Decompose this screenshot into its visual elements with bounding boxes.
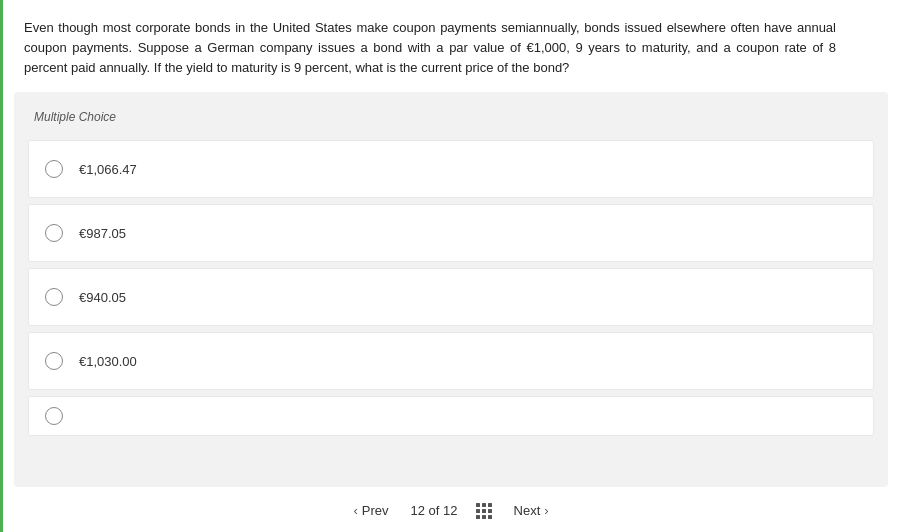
multiple-choice-label: Multiple Choice (14, 102, 888, 134)
prev-chevron-icon: ‹ (353, 503, 357, 518)
prev-button[interactable]: ‹ Prev (349, 501, 392, 520)
choice-option-e-partial[interactable] (28, 396, 874, 436)
prev-label: Prev (362, 503, 389, 518)
next-chevron-icon: › (544, 503, 548, 518)
radio-a[interactable] (45, 160, 63, 178)
radio-e[interactable] (45, 407, 63, 425)
choice-option-c[interactable]: €940.05 (28, 268, 874, 326)
question-text: Even though most corporate bonds in the … (24, 18, 836, 78)
question-area: Even though most corporate bonds in the … (0, 0, 860, 92)
choice-text-a: €1,066.47 (79, 162, 137, 177)
radio-d[interactable] (45, 352, 63, 370)
choice-text-d: €1,030.00 (79, 354, 137, 369)
page-info: 12 of 12 (410, 503, 457, 518)
choice-text-b: €987.05 (79, 226, 126, 241)
radio-b[interactable] (45, 224, 63, 242)
choice-option-d[interactable]: €1,030.00 (28, 332, 874, 390)
current-page: 12 (410, 503, 424, 518)
page-of-text: of (429, 503, 443, 518)
pagination-bar: ‹ Prev 12 of 12 Next › (0, 487, 902, 532)
page-container: Even though most corporate bonds in the … (0, 0, 902, 532)
choice-option-b[interactable]: €987.05 (28, 204, 874, 262)
choice-text-c: €940.05 (79, 290, 126, 305)
next-label: Next (514, 503, 541, 518)
grid-nav-icon[interactable] (476, 503, 492, 519)
total-pages: 12 (443, 503, 457, 518)
next-button[interactable]: Next › (510, 501, 553, 520)
choice-option-a[interactable]: €1,066.47 (28, 140, 874, 198)
radio-c[interactable] (45, 288, 63, 306)
answer-section: Multiple Choice €1,066.47 €987.05 €940.0… (14, 92, 888, 487)
left-border-accent (0, 0, 3, 532)
